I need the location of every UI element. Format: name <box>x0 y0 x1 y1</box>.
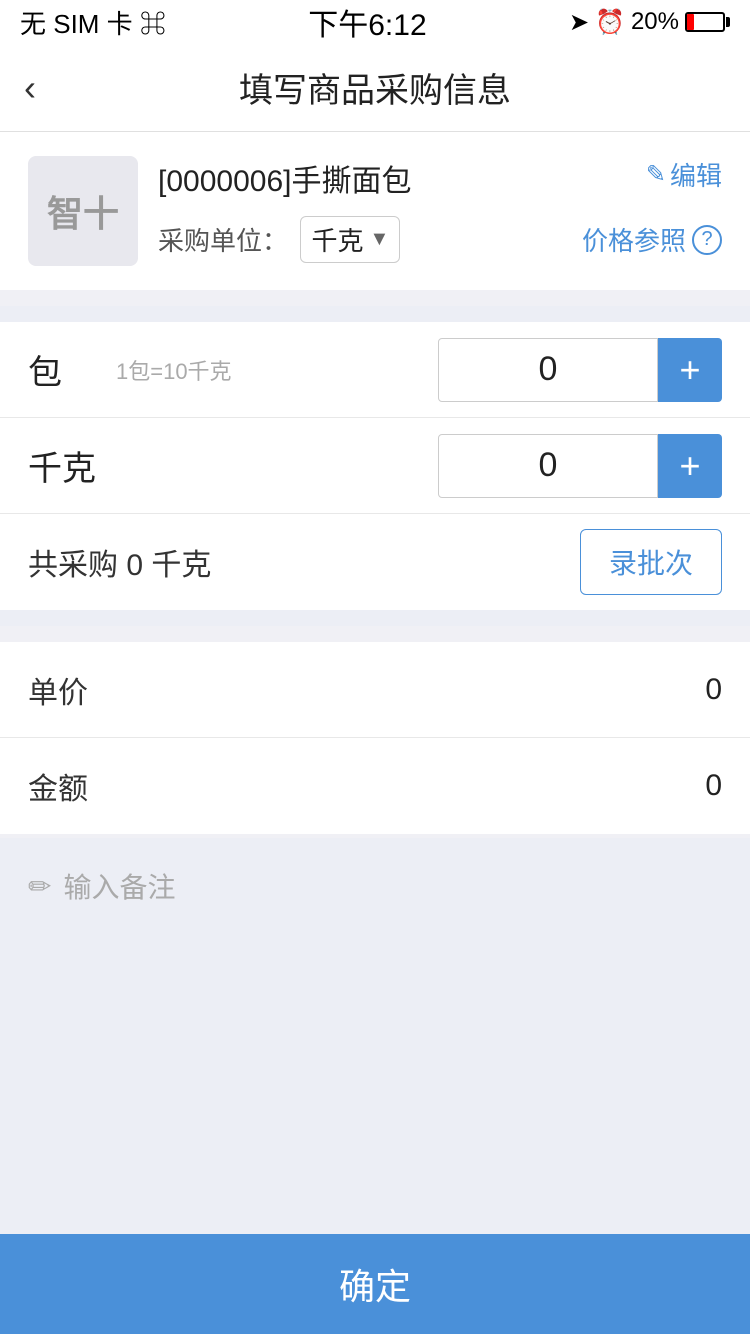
unit-price-label: 单价 <box>28 668 88 712</box>
confirm-label: 确定 <box>339 1258 411 1310</box>
status-signal: 无 SIM 卡 ⌘ <box>20 4 166 41</box>
unit-dropdown[interactable]: 千克 ▼ <box>300 216 400 263</box>
unit-price-row: 单价 0 <box>0 642 750 738</box>
help-icon: ? <box>692 225 722 255</box>
product-name: [0000006]手撕面包 <box>158 156 411 200</box>
back-button[interactable]: ‹ <box>24 67 36 109</box>
bag-label: 包 <box>28 345 108 394</box>
remark-placeholder: 输入备注 <box>63 866 175 906</box>
price-section: 单价 0 金额 0 <box>0 642 750 834</box>
bag-quantity-input[interactable] <box>438 338 658 402</box>
product-card: 智十 [0000006]手撕面包 ✎ 编辑 采购单位： 千克 ▼ <box>0 132 750 290</box>
kg-input-row: 千克 + <box>0 418 750 514</box>
content-spacer <box>0 934 750 1234</box>
bag-input-control: + <box>438 338 722 402</box>
unit-row: 采购单位： 千克 ▼ 价格参照 ? <box>158 216 722 263</box>
product-name-row: [0000006]手撕面包 ✎ 编辑 <box>158 156 722 200</box>
status-bar: 无 SIM 卡 ⌘ 下午6:12 ➤ ⏰ 20% <box>0 0 750 44</box>
location-icon: ➤ <box>569 8 589 37</box>
pencil-icon: ✏ <box>28 870 51 903</box>
unit-value: 千克 <box>311 221 363 258</box>
bag-plus-button[interactable]: + <box>658 338 722 402</box>
page-title: 填写商品采购信息 <box>239 63 511 112</box>
edit-button[interactable]: ✎ 编辑 <box>646 156 722 193</box>
battery-percent: 20% <box>631 8 679 36</box>
section-divider-2 <box>0 610 750 626</box>
input-section: 包 1包=10千克 + 千克 + <box>0 322 750 514</box>
alarm-icon: ⏰ <box>595 8 625 37</box>
dropdown-arrow-icon: ▼ <box>369 228 389 251</box>
summary-row: 共采购 0 千克 录批次 <box>0 514 750 610</box>
kg-label: 千克 <box>28 441 108 490</box>
product-logo: 智十 <box>47 185 119 237</box>
unit-label: 采购单位： <box>158 226 288 256</box>
price-reference-button[interactable]: 价格参照 ? <box>582 221 722 258</box>
kg-plus-button[interactable]: + <box>658 434 722 498</box>
unit-selector-group: 采购单位： 千克 ▼ <box>158 216 400 263</box>
amount-row: 金额 0 <box>0 738 750 834</box>
unit-price-value: 0 <box>705 673 722 707</box>
nav-bar: ‹ 填写商品采购信息 <box>0 44 750 132</box>
status-right: ➤ ⏰ 20% <box>569 8 730 37</box>
section-divider-1 <box>0 306 750 322</box>
bag-sublabel: 1包=10千克 <box>116 354 438 386</box>
bag-input-row: 包 1包=10千克 + <box>0 322 750 418</box>
amount-label: 金额 <box>28 764 88 808</box>
amount-value: 0 <box>705 769 722 803</box>
product-image: 智十 <box>28 156 138 266</box>
confirm-button[interactable]: 确定 <box>0 1234 750 1334</box>
summary-section: 共采购 0 千克 录批次 <box>0 514 750 610</box>
kg-quantity-input[interactable] <box>438 434 658 498</box>
kg-input-control: + <box>438 434 722 498</box>
batch-button[interactable]: 录批次 <box>580 529 722 595</box>
battery-icon <box>685 12 730 32</box>
product-info: [0000006]手撕面包 ✎ 编辑 采购单位： 千克 ▼ 价格参照 ? <box>158 156 722 263</box>
remark-section[interactable]: ✏ 输入备注 <box>0 838 750 934</box>
edit-icon: ✎ <box>646 160 666 189</box>
summary-text: 共采购 0 千克 <box>28 540 211 584</box>
status-time: 下午6:12 <box>308 0 426 44</box>
